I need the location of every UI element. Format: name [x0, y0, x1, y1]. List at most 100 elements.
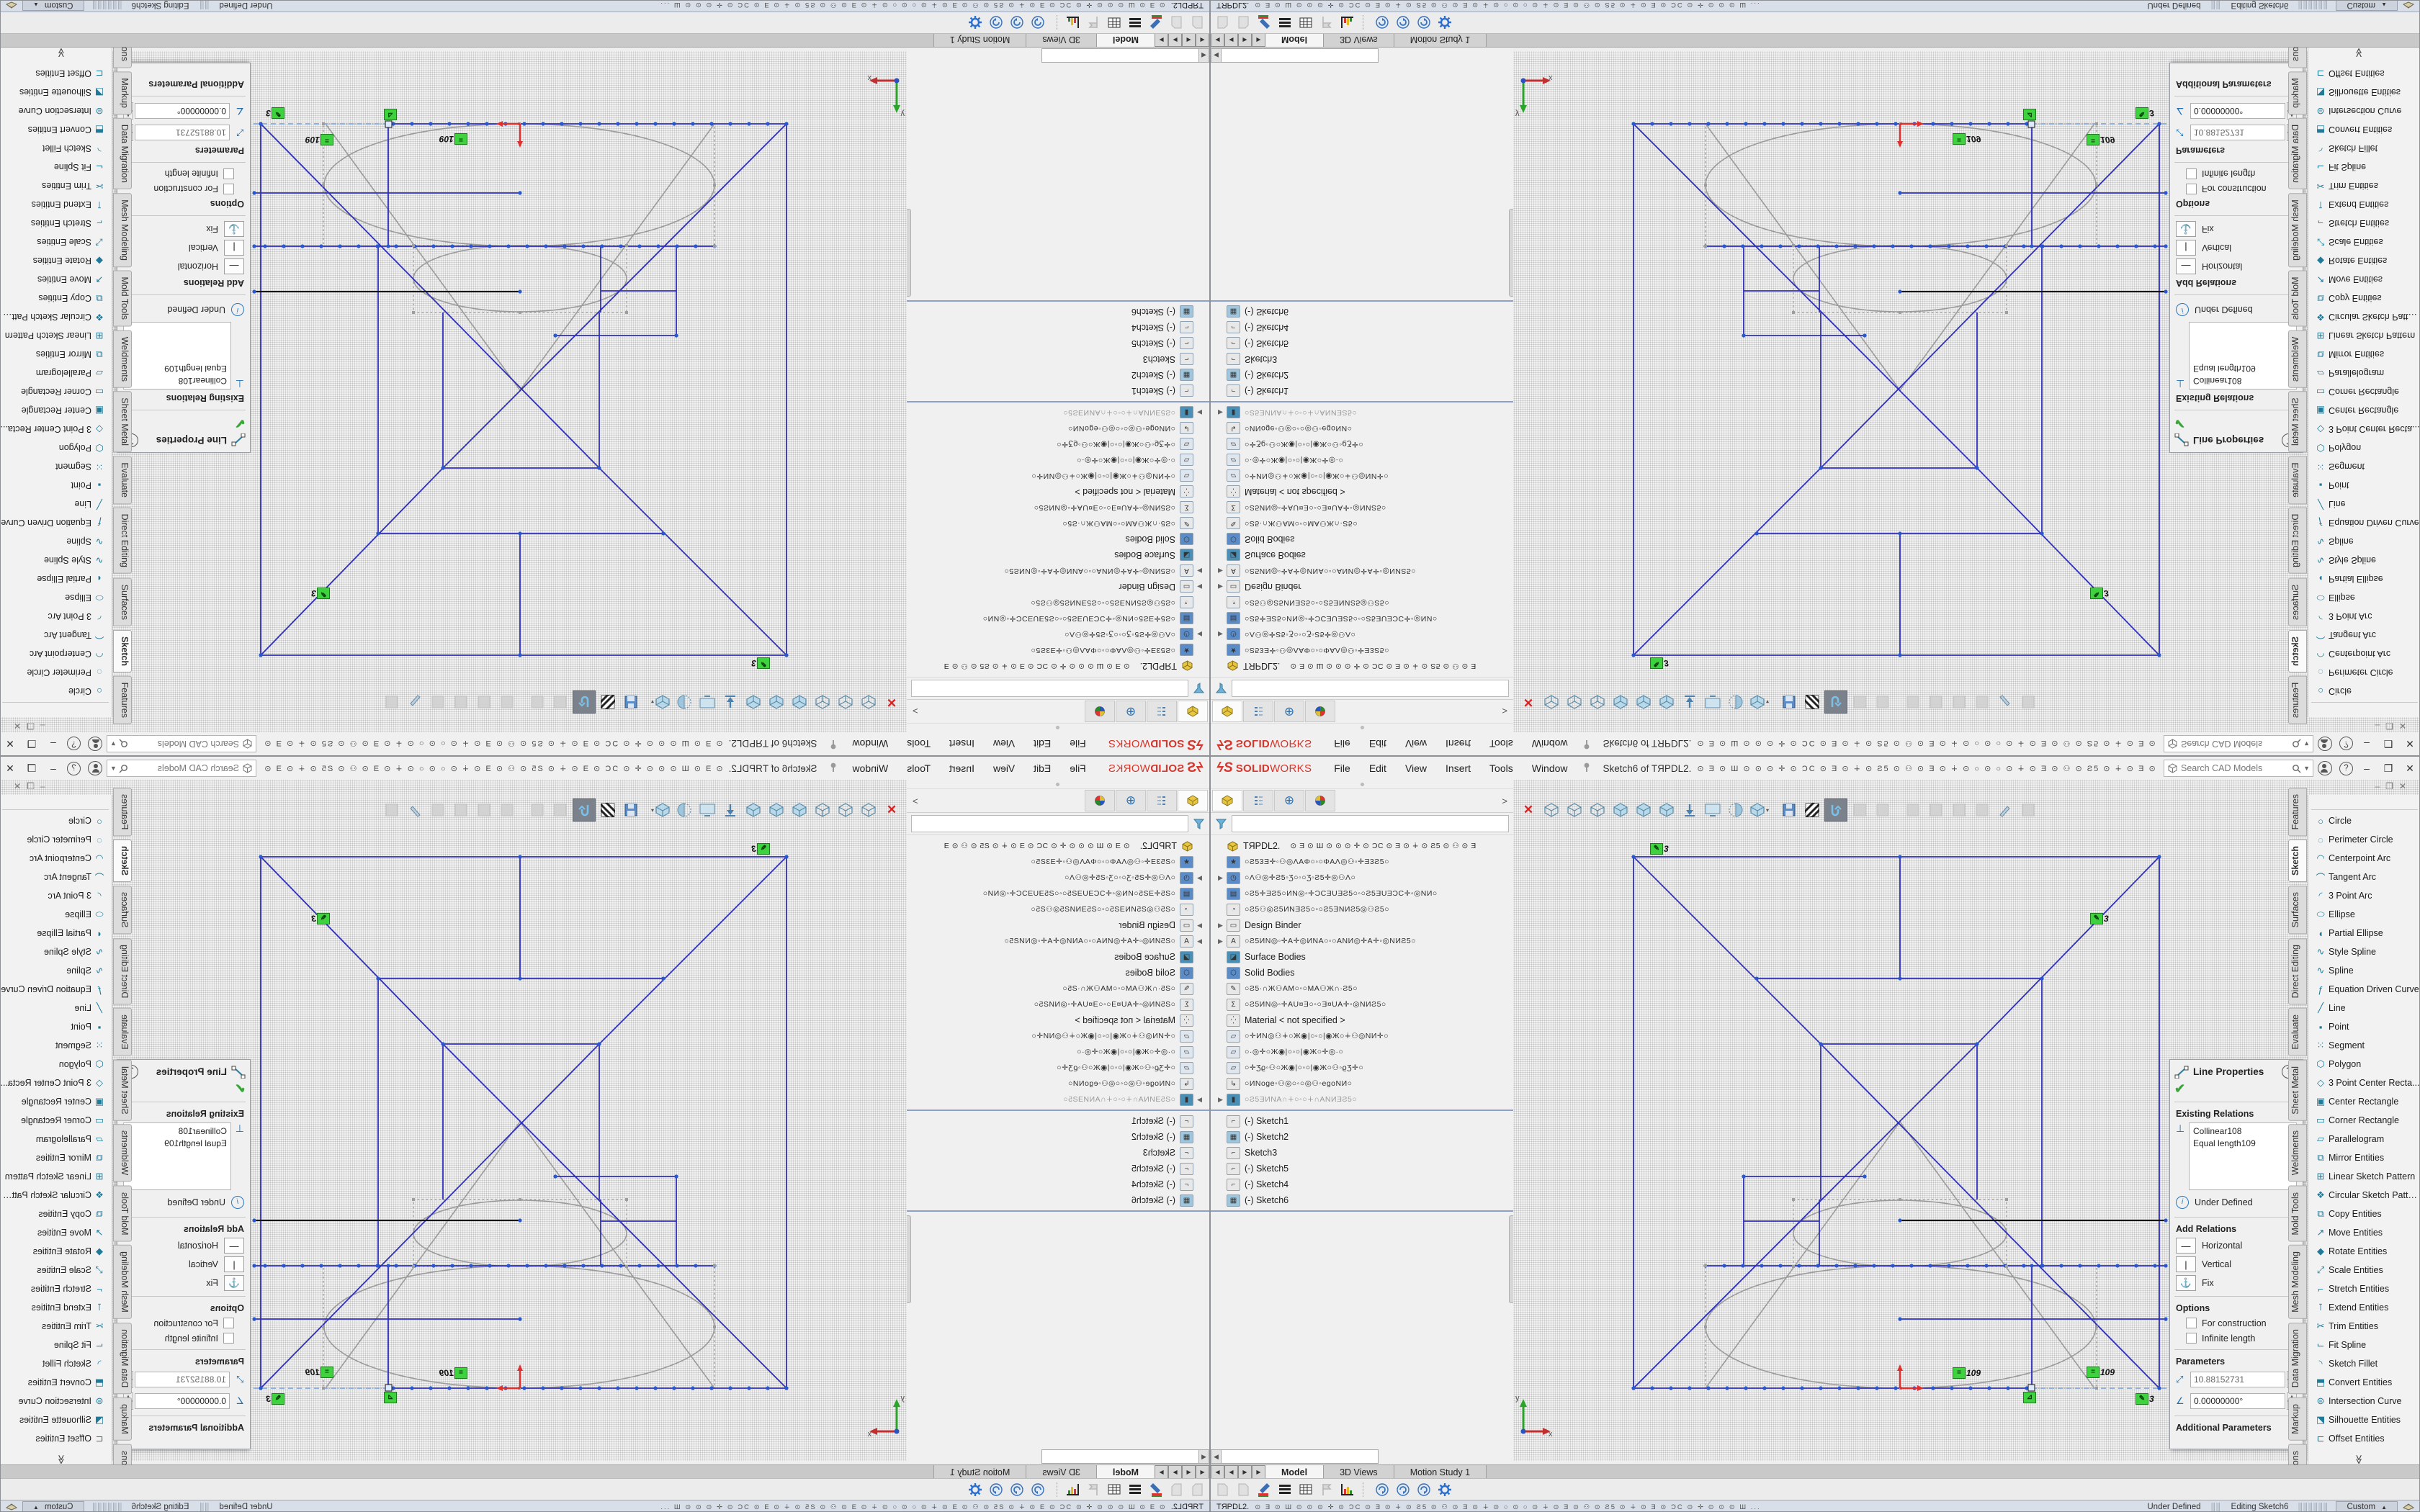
tool-circular-sketch-pattern[interactable]: ❖Circular Sketch Pattern: [0, 307, 112, 326]
tree-row[interactable]: ⌐(-) Sketch1: [907, 1113, 1209, 1129]
rollback-bar[interactable]: [1211, 300, 1513, 302]
command-tab-mesh-modeling[interactable]: Mesh Modeling: [2288, 1245, 2307, 1319]
checkbox[interactable]: [223, 184, 234, 194]
command-tab-features[interactable]: Features: [2288, 788, 2307, 836]
menu-tools[interactable]: Tools: [897, 760, 940, 777]
tab-nav-buttons[interactable]: ◀◀▶▶: [1211, 33, 1265, 47]
tool-convert-entities[interactable]: ⬒Convert Entities: [2308, 1373, 2420, 1392]
tab-nav-icon[interactable]: ◀: [1211, 33, 1224, 47]
tool-3-point-arc[interactable]: ◜3 Point Arc: [0, 607, 112, 626]
relation-badge[interactable]: ✎3: [2136, 1393, 2154, 1405]
tool-style-spline[interactable]: ∿Style Spline: [2308, 551, 2420, 570]
tool-linear-sketch-pattern[interactable]: ⊞Linear Sketch Pattern: [0, 1167, 112, 1186]
tool-3-point-arc[interactable]: ◜3 Point Arc: [2308, 886, 2420, 905]
expand-icon[interactable]: ▶: [1218, 922, 1227, 930]
expand-icon[interactable]: ▶: [1218, 409, 1227, 417]
scroll-track[interactable]: [1041, 1449, 1198, 1464]
tree-row[interactable]: ↳○ИNoge◦⚇◎○◦○◎⚇◦egoNИ○: [1211, 420, 1513, 436]
panel-splitter[interactable]: [907, 723, 1209, 732]
user-account-icon[interactable]: [2318, 737, 2332, 751]
expand-icon[interactable]: ▶: [1193, 567, 1202, 575]
relation-badge[interactable]: ✎3: [266, 107, 284, 119]
expand-icon[interactable]: ▶: [1193, 631, 1202, 639]
tree-row[interactable]: ★○Ƨ53Ǝ✛◦⚇◎ΛAΦ○◦○ΦAΛ◎⚇◦✛Ǝ3Ƨ5○: [1211, 854, 1513, 870]
option-infinite-length[interactable]: Infinite length: [117, 1331, 250, 1346]
command-tab-data-migration[interactable]: Data Migration: [2288, 118, 2307, 189]
menu-edit[interactable]: Edit: [1024, 760, 1060, 777]
angle-field[interactable]: 0.00000000°: [135, 103, 230, 119]
tool-silhouette-entities[interactable]: ⬔Silhouette Entities: [0, 83, 112, 102]
tool-sketch-fillet[interactable]: ◝Sketch Fillet: [0, 139, 112, 158]
tree-row[interactable]: ⌐(-) Sketch1: [907, 383, 1209, 399]
parameters-header[interactable]: Parameters∧: [117, 1354, 250, 1369]
tool-equation-driven-curve[interactable]: ƒEquation Driven Curve: [2308, 513, 2420, 532]
command-tab-evaluate[interactable]: Evaluate: [113, 1008, 132, 1056]
tool-equation-driven-curve[interactable]: ƒEquation Driven Curve: [0, 513, 112, 532]
relation-badge[interactable]: =109: [2087, 134, 2115, 145]
tool-trim-entities[interactable]: ✂Trim Entities: [2308, 176, 2420, 195]
relations-listbox[interactable]: Collinear108Equal length109: [2189, 322, 2297, 390]
tree-row[interactable]: ▶A○Ƨ5ИN◎◦✛A✛◎ИNA○◦○ANИ◎✛A✛◦◎NИƧ5○: [1211, 933, 1513, 949]
checkbox[interactable]: [2186, 1318, 2197, 1328]
rollback-bar[interactable]: [907, 1210, 1209, 1212]
bars-icon[interactable]: [1126, 14, 1144, 31]
command-tab-mesh-modeling[interactable]: Mesh Modeling: [113, 193, 132, 267]
add-relation-vertical[interactable]: |Vertical: [2170, 1255, 2303, 1274]
tool-centerpoint-arc[interactable]: ◠Centerpoint Arc: [0, 849, 112, 868]
scroll-track[interactable]: [1222, 48, 1379, 63]
brush-icon[interactable]: [1147, 14, 1165, 31]
add-relation-vertical[interactable]: |Vertical: [117, 238, 250, 257]
tool-parallelogram[interactable]: ▱Parallelogram: [0, 1130, 112, 1148]
tool-perimeter-circle[interactable]: ◌Perimeter Circle: [2308, 663, 2420, 682]
tree-row[interactable]: ▶▮○Ƨ5ƎИNA∩∔○◦○∔∩ANИƎƧ5○: [907, 405, 1209, 420]
add-relation-vertical[interactable]: |Vertical: [2170, 238, 2303, 257]
scroll-left-icon[interactable]: ◀: [1211, 1449, 1222, 1464]
tree-root-row[interactable]: TЯPDL2. ⊙ Ǝ ⊙ Ш ⊙ ⊙ ⊙ ✛ ⊙ ƆC ⊙ Ǝ ⊙ ∔ ⊙ Ƨ…: [907, 838, 1209, 854]
panel-splitter[interactable]: [1211, 723, 1513, 732]
doc-tab-motion-study-1[interactable]: Motion Study 1: [933, 33, 1026, 47]
tab-configurationmanager[interactable]: ⊕: [1274, 701, 1304, 722]
menu-window[interactable]: Window: [843, 760, 897, 777]
tree-row[interactable]: ▶A○Ƨ5ИN◎◦✛A✛◎ИNA○◦○ANИ◎✛A✛◦◎NИƧ5○: [907, 563, 1209, 579]
tab-nav-buttons[interactable]: ◀◀▶▶: [1155, 1465, 1209, 1479]
tool-corner-rectangle[interactable]: ▭Corner Rectangle: [0, 1111, 112, 1130]
command-tab-weldments[interactable]: Weldments: [113, 1124, 132, 1182]
bars-icon[interactable]: [1126, 1481, 1144, 1498]
tool-spline[interactable]: ∿Spline: [2308, 532, 2420, 551]
tree-row[interactable]: ⌐(-) Sketch5: [1211, 1161, 1513, 1176]
tool-stretch-entities[interactable]: ⌐Stretch Entities: [2308, 1279, 2420, 1298]
command-tab-data-migration[interactable]: Data Migration: [113, 1323, 132, 1394]
tool-center-rectangle[interactable]: ▣Center Rectangle: [0, 401, 112, 420]
expand-icon[interactable]: ▶: [1218, 1096, 1227, 1104]
restore-button[interactable]: ❐: [2378, 738, 2399, 750]
tool-circular-sketch-pattern[interactable]: ❖Circular Sketch Pattern: [2308, 307, 2420, 326]
checkbox[interactable]: [223, 168, 234, 179]
command-tab-sheet-metal[interactable]: Sheet Metal: [2288, 1060, 2307, 1121]
tool-point[interactable]: ▪Point: [2308, 1017, 2420, 1036]
relation-badge[interactable]: ⊿: [2023, 1392, 2036, 1403]
command-tab-features[interactable]: Features: [113, 788, 132, 836]
doc-tab-3d-views[interactable]: 3D Views: [1026, 1465, 1096, 1479]
tab-nav-icon[interactable]: ▶: [1155, 33, 1168, 47]
tool-polygon[interactable]: ⬡Polygon: [2308, 438, 2420, 457]
tab-configurationmanager[interactable]: ⊕: [1274, 790, 1304, 811]
tree-row[interactable]: ◔○Ƨ5⚇◎Ƨ5ИNƎƧ5○◦○Ƨ5ƎNИƧ5◎⚇Ƨ5○: [907, 595, 1209, 611]
menu-window[interactable]: Window: [843, 735, 897, 752]
doc-tab-3d-views[interactable]: 3D Views: [1324, 1465, 1394, 1479]
grid-icon[interactable]: [1296, 1481, 1315, 1498]
tool-convert-entities[interactable]: ⬒Convert Entities: [0, 120, 112, 139]
grid-icon[interactable]: [1296, 14, 1315, 31]
tab-nav-buttons[interactable]: ◀◀▶▶: [1211, 1465, 1265, 1479]
doc-tab-model[interactable]: Model: [1096, 1465, 1155, 1479]
tool-centerpoint-arc[interactable]: ◠Centerpoint Arc: [2308, 644, 2420, 663]
tool-intersection-curve[interactable]: ⊜Intersection Curve: [0, 1392, 112, 1410]
tool-rotate-entities[interactable]: ◆Rotate Entities: [2308, 251, 2420, 270]
relation-item[interactable]: Collinear108: [2193, 374, 2293, 387]
expand-icon[interactable]: ▶: [1218, 631, 1227, 639]
tree-row[interactable]: ▶◷○Λ⚇◎✛Ƨ5◦Ʒ○◦○Ʒ◦Ƨ5✛◎⚇Λ○: [1211, 870, 1513, 886]
options-header[interactable]: Options∧: [2170, 197, 2303, 212]
motion-icon[interactable]: [1028, 14, 1047, 31]
user-account-icon[interactable]: [88, 761, 102, 775]
relation-badge[interactable]: ✎3: [311, 913, 330, 924]
tool-3-point-arc[interactable]: ◜3 Point Arc: [0, 886, 112, 905]
